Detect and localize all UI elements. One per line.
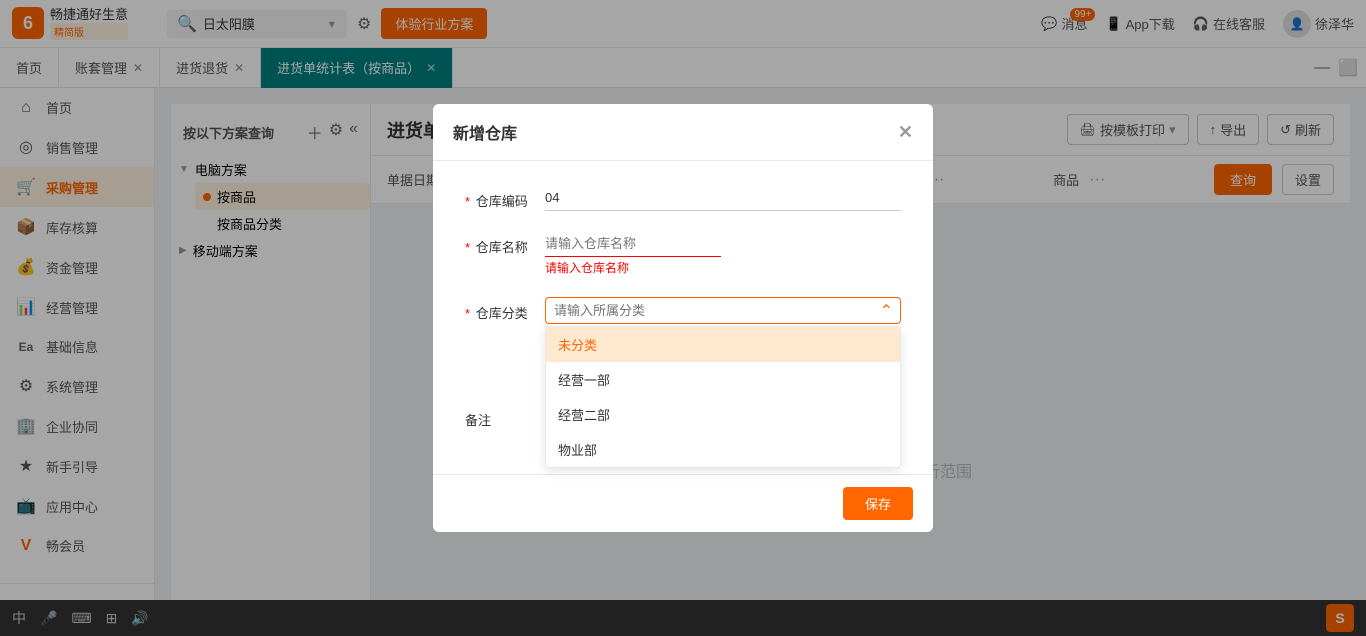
- category-input-wrap: ⌃ 未分类 经营一部 经营二部 物业部: [545, 297, 901, 324]
- modal-body: * 仓库编码 * 仓库名称: [433, 161, 933, 474]
- modal-header: 新增仓库 ✕: [433, 104, 933, 161]
- category-dropdown-icon[interactable]: ⌃: [880, 301, 893, 321]
- category-option-none[interactable]: 未分类: [546, 327, 900, 362]
- code-input[interactable]: [545, 185, 901, 211]
- modal-close-btn[interactable]: ✕: [898, 123, 913, 141]
- name-label: * 仓库名称: [465, 231, 545, 256]
- code-input-wrap: [545, 185, 901, 211]
- category-option-property[interactable]: 物业部: [546, 432, 900, 467]
- category-input[interactable]: [545, 297, 901, 324]
- code-row: * 仓库编码: [465, 185, 901, 211]
- note-label: 备注: [465, 404, 545, 429]
- name-input-wrap: [545, 231, 721, 257]
- name-input[interactable]: [545, 231, 721, 257]
- save-button[interactable]: 保存: [843, 487, 913, 520]
- category-dropdown: 未分类 经营一部 经营二部 物业部: [545, 326, 901, 468]
- name-error-msg: 请输入仓库名称: [545, 261, 629, 275]
- code-label: * 仓库编码: [465, 185, 545, 210]
- category-label: * 仓库分类: [465, 297, 545, 322]
- name-row: * 仓库名称 请输入仓库名称: [465, 231, 901, 277]
- category-option-dept2[interactable]: 经营二部: [546, 397, 900, 432]
- modal-footer: 保存: [433, 474, 933, 532]
- new-warehouse-modal: 新增仓库 ✕ * 仓库编码 * 仓库名称: [433, 104, 933, 532]
- category-option-dept1[interactable]: 经营一部: [546, 362, 900, 397]
- modal-title: 新增仓库: [453, 120, 517, 144]
- category-row: * 仓库分类 ⌃ 未分类 经营一部 经营二部 物业部: [465, 297, 901, 324]
- modal-overlay: 新增仓库 ✕ * 仓库编码 * 仓库名称: [0, 0, 1366, 636]
